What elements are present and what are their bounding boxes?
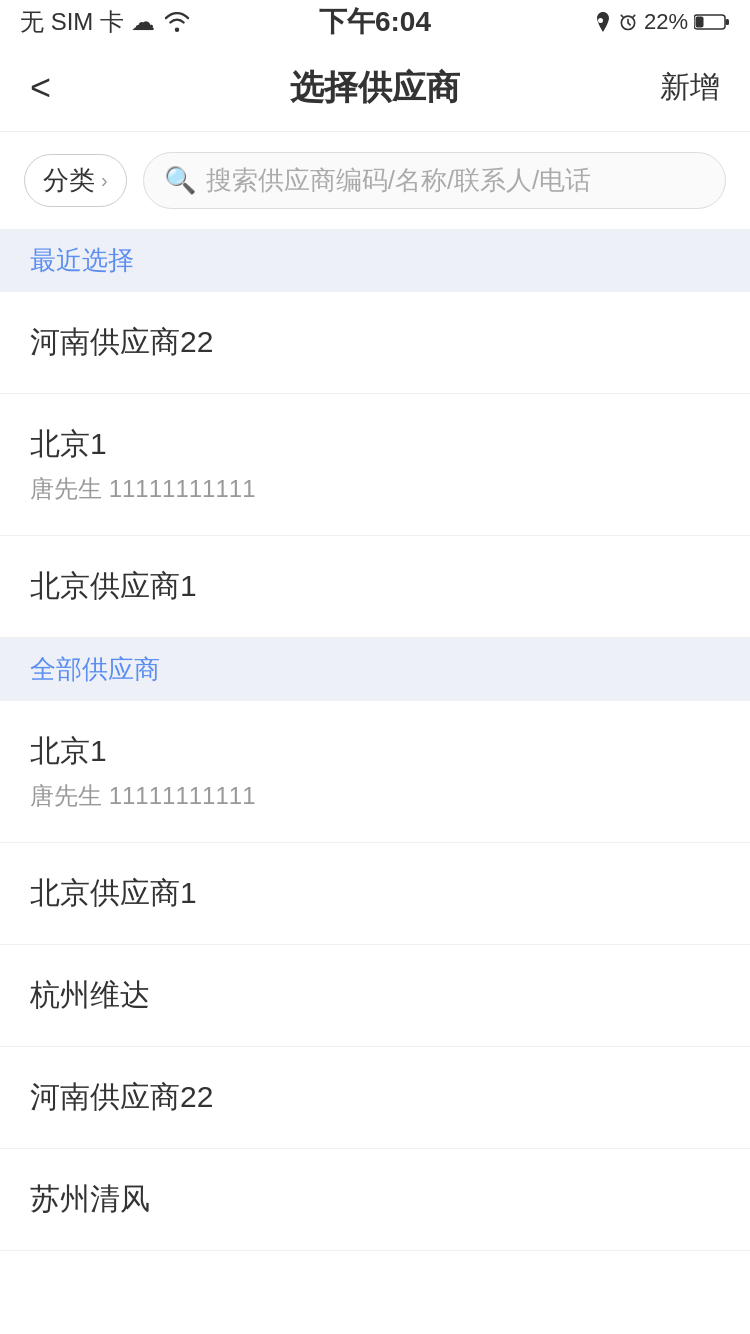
search-area: 分类 › 🔍 搜索供应商编码/名称/联系人/电话: [0, 132, 750, 229]
status-time: 下午6:04: [319, 3, 431, 41]
search-box[interactable]: 🔍 搜索供应商编码/名称/联系人/电话: [143, 152, 726, 209]
status-left: 无 SIM 卡 ☁: [20, 6, 191, 38]
search-input-placeholder: 搜索供应商编码/名称/联系人/电话: [206, 163, 592, 198]
list-item-name: 北京1: [30, 424, 720, 465]
status-right: 22%: [594, 9, 730, 35]
list-item[interactable]: 北京1 唐先生 11111111111: [0, 394, 750, 536]
page-title: 选择供应商: [290, 65, 460, 111]
alarm-icon: [618, 12, 638, 32]
battery-icon: [694, 13, 730, 31]
list-item-sub: 唐先生 11111111111: [30, 473, 720, 505]
list-item[interactable]: 杭州维达: [0, 945, 750, 1047]
new-action-button[interactable]: 新增: [660, 67, 720, 108]
list-item[interactable]: 北京供应商1: [0, 536, 750, 638]
nav-bar: < 选择供应商 新增: [0, 44, 750, 132]
list-item-name: 苏州清风: [30, 1179, 720, 1220]
list-item-name: 北京供应商1: [30, 873, 720, 914]
category-label: 分类: [43, 163, 95, 198]
section-header-text-all: 全部供应商: [30, 654, 160, 684]
wifi-icon: [163, 12, 191, 32]
list-item-name: 河南供应商22: [30, 1077, 720, 1118]
list-item[interactable]: 河南供应商22: [0, 292, 750, 394]
battery-text: 22%: [644, 9, 688, 35]
location-icon: [594, 12, 612, 32]
svg-rect-3: [726, 19, 730, 25]
section-header-text-recent: 最近选择: [30, 245, 134, 275]
svg-rect-2: [696, 17, 704, 28]
list-item[interactable]: 河南供应商22: [0, 1047, 750, 1149]
sections-container: 最近选择河南供应商22 北京1 唐先生 11111111111 北京供应商1 全部供应商…: [0, 229, 750, 1251]
category-button[interactable]: 分类 ›: [24, 154, 127, 207]
back-button[interactable]: <: [30, 67, 51, 109]
list-item-name: 河南供应商22: [30, 322, 720, 363]
section-header-all: 全部供应商: [0, 638, 750, 701]
list-item[interactable]: 北京供应商1: [0, 843, 750, 945]
no-sim-text: 无 SIM 卡 ☁: [20, 6, 155, 38]
list-item-name: 杭州维达: [30, 975, 720, 1016]
list-item[interactable]: 苏州清风: [0, 1149, 750, 1251]
status-bar: 无 SIM 卡 ☁ 下午6:04 22%: [0, 0, 750, 44]
list-item-name: 北京供应商1: [30, 566, 720, 607]
search-icon: 🔍: [164, 165, 196, 196]
list-item-name: 北京1: [30, 731, 720, 772]
list-item-sub: 唐先生 11111111111: [30, 780, 720, 812]
section-header-recent: 最近选择: [0, 229, 750, 292]
list-item[interactable]: 北京1 唐先生 11111111111: [0, 701, 750, 843]
chevron-right-icon: ›: [101, 169, 108, 192]
